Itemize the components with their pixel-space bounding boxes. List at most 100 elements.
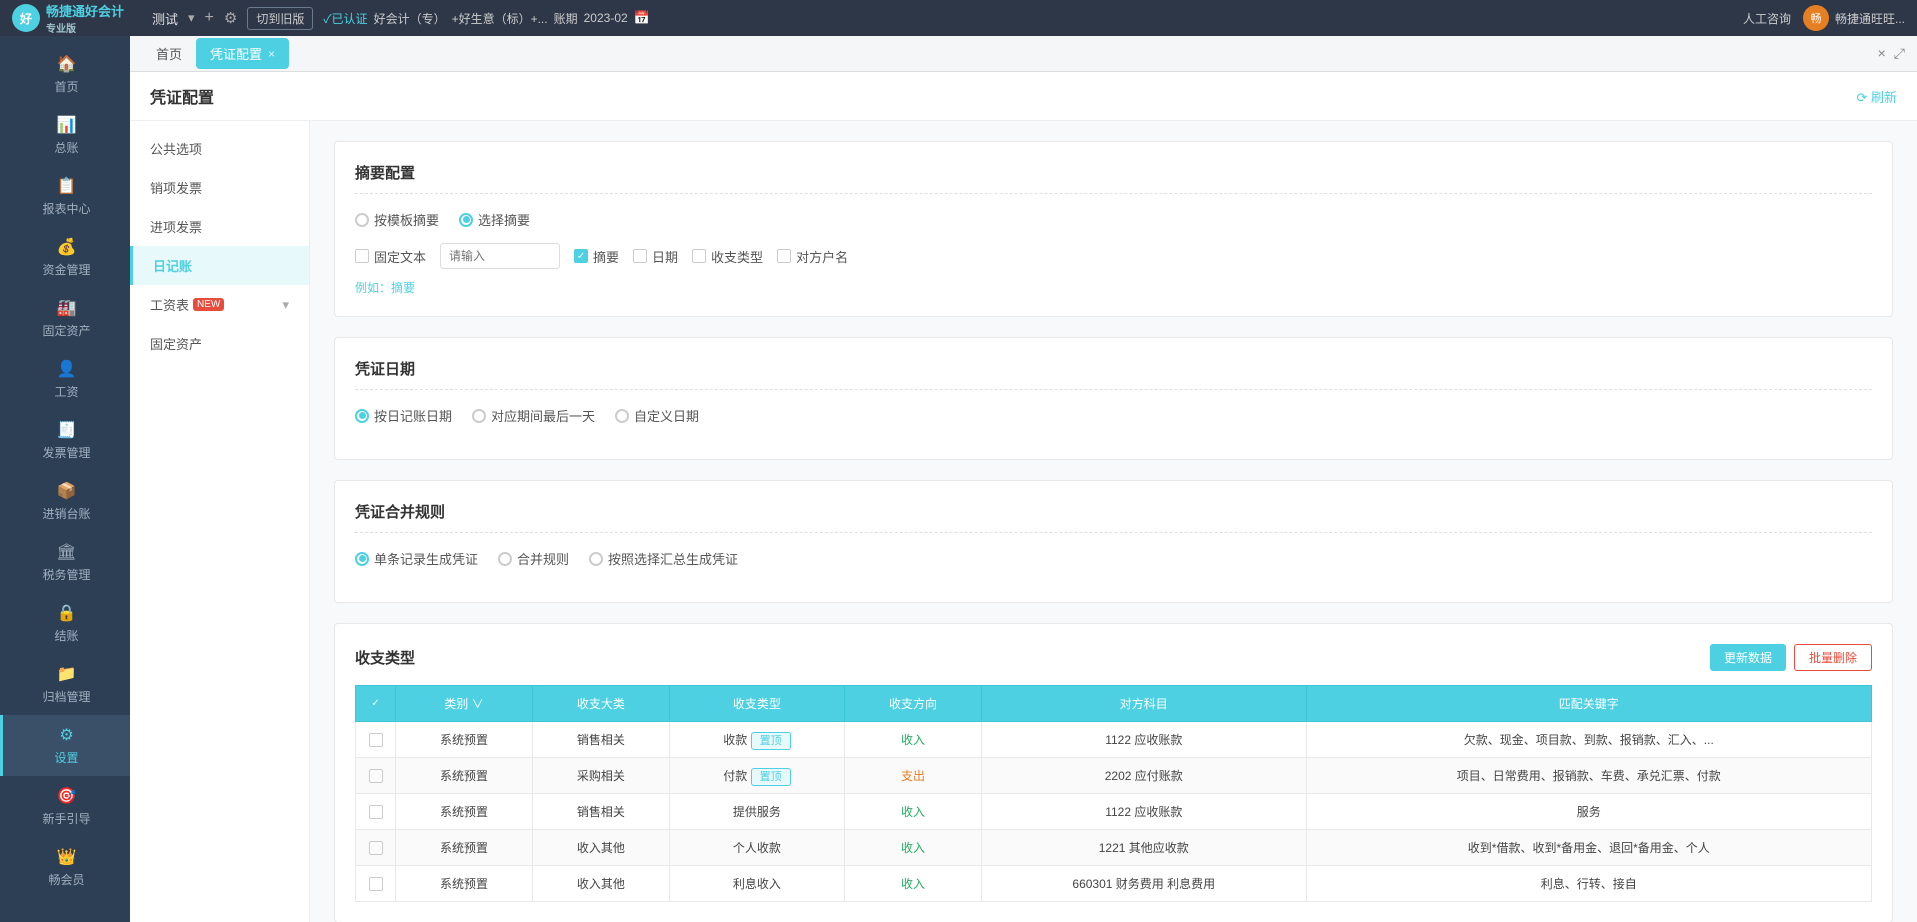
invoice-icon: 🧾 bbox=[57, 420, 77, 440]
archive-icon: 📁 bbox=[57, 664, 77, 684]
left-nav-purchase-invoice[interactable]: 进项发票 bbox=[130, 207, 309, 246]
content-area: 首页 凭证配置 × × ⤢ 凭证配置 ⟳ 刷新 公共选项 销项发票 bbox=[130, 36, 1917, 922]
tab-home[interactable]: 首页 bbox=[142, 38, 196, 69]
tab-voucher-config[interactable]: 凭证配置 × bbox=[196, 38, 289, 69]
sidebar-item-funds[interactable]: 💰 资金管理 bbox=[0, 227, 130, 288]
app-logo: 好 畅捷通好会计 专业版 bbox=[12, 1, 142, 35]
sidebar-item-archive[interactable]: 📁 归档管理 bbox=[0, 654, 130, 715]
radio-journal-date[interactable]: 按日记账日期 bbox=[355, 406, 452, 425]
sidebar-label-settings: 设置 bbox=[54, 749, 78, 766]
sidebar-label-guide: 新手引导 bbox=[42, 810, 90, 827]
env-dropdown-icon[interactable]: ▾ bbox=[188, 10, 195, 26]
cell-keywords-5: 利息、行转、接自 bbox=[1306, 866, 1871, 902]
reset-tag-1[interactable]: 置顶 bbox=[751, 732, 791, 750]
close-books-icon: 🔒 bbox=[57, 603, 77, 623]
sidebar-item-close[interactable]: 🔒 结账 bbox=[0, 593, 130, 654]
sidebar-label-sales: 进销台账 bbox=[42, 505, 90, 522]
accounting-badge: 好会计（专） bbox=[374, 10, 446, 27]
radio-period-last-day[interactable]: 对应期间最后一天 bbox=[472, 406, 595, 425]
select-all-checkbox[interactable]: ✓ bbox=[369, 697, 383, 711]
radio-dot-select bbox=[459, 213, 473, 227]
sidebar-item-ledger[interactable]: 📊 总账 bbox=[0, 105, 130, 166]
cell-dir-4: 收入 bbox=[845, 830, 982, 866]
radio-dot-custom-date bbox=[615, 409, 629, 423]
fixed-assets-icon: 🏭 bbox=[57, 298, 77, 318]
sidebar-item-home[interactable]: 🏠 首页 bbox=[0, 44, 130, 105]
sidebar-label-invoice: 发票管理 bbox=[42, 444, 90, 461]
radio-merge-rule[interactable]: 合并规则 bbox=[498, 549, 569, 568]
left-nav-payroll[interactable]: 工资表 NEW ▾ bbox=[130, 285, 309, 324]
sidebar-label-archive: 归档管理 bbox=[42, 688, 90, 705]
sidebar-label-fixed-assets: 固定资产 bbox=[42, 322, 90, 339]
sidebar-item-reports[interactable]: 📋 报表中心 bbox=[0, 166, 130, 227]
row-checkbox-4[interactable] bbox=[369, 841, 383, 855]
right-panel: 摘要配置 按模板摘要 选择摘要 bbox=[310, 121, 1917, 922]
income-expense-title: 收支类型 bbox=[355, 647, 415, 668]
sidebar-label-ledger: 总账 bbox=[54, 139, 78, 156]
logo-sub: 专业版 bbox=[46, 20, 124, 35]
close-window-button[interactable]: × bbox=[1878, 45, 1886, 62]
cell-account-3: 1122 应收账款 bbox=[981, 794, 1306, 830]
switch-version-button[interactable]: 切到旧版 bbox=[247, 7, 313, 30]
checkbox-counterparty[interactable]: 对方户名 bbox=[777, 247, 848, 266]
tax-icon: 🏛 bbox=[56, 542, 76, 562]
sidebar: 🏠 首页 📊 总账 📋 报表中心 💰 资金管理 🏭 固定资产 👤 工资 🧾 发票… bbox=[0, 36, 130, 922]
left-nav-fixed-assets[interactable]: 固定资产 bbox=[130, 324, 309, 363]
cell-dir-2: 支出 bbox=[845, 758, 982, 794]
fixed-text-input[interactable] bbox=[440, 243, 560, 269]
settings-icon[interactable]: ⚙ bbox=[224, 9, 237, 27]
main-layout: 🏠 首页 📊 总账 📋 报表中心 💰 资金管理 🏭 固定资产 👤 工资 🧾 发票… bbox=[0, 36, 1917, 922]
cell-keywords-4: 收到*借款、收到*备用金、退回*备用金、个人 bbox=[1306, 830, 1871, 866]
user-name: 畅捷通旺旺... bbox=[1835, 10, 1905, 27]
th-direction: 收支方向 bbox=[845, 686, 982, 722]
table-row: 系统预置 销售相关 提供服务 收入 1122 应收账款 服务 bbox=[356, 794, 1872, 830]
sidebar-item-fixed-assets[interactable]: 🏭 固定资产 bbox=[0, 288, 130, 349]
calendar-icon[interactable]: 📅 bbox=[634, 10, 650, 26]
consult-button[interactable]: 人工咨询 bbox=[1743, 10, 1791, 27]
cell-account-4: 1221 其他应收款 bbox=[981, 830, 1306, 866]
radio-custom-date[interactable]: 自定义日期 bbox=[615, 406, 699, 425]
cell-type-3: 系统预置 bbox=[396, 794, 533, 830]
batch-delete-button[interactable]: 批量删除 bbox=[1794, 644, 1872, 671]
income-expense-section: 收支类型 更新数据 批量删除 ✓ bbox=[334, 623, 1893, 922]
user-menu[interactable]: 畅 畅捷通旺旺... bbox=[1803, 5, 1905, 31]
radio-single-record[interactable]: 单条记录生成凭证 bbox=[355, 549, 478, 568]
summary-section: 摘要配置 按模板摘要 选择摘要 bbox=[334, 141, 1893, 317]
maximize-window-button[interactable]: ⤢ bbox=[1894, 45, 1905, 62]
refresh-button[interactable]: ⟳ 刷新 bbox=[1856, 87, 1897, 106]
row-checkbox-2[interactable] bbox=[369, 769, 383, 783]
sidebar-item-salary[interactable]: 👤 工资 bbox=[0, 349, 130, 410]
sidebar-item-tax[interactable]: 🏛 税务管理 bbox=[0, 532, 130, 593]
left-nav-sales-invoice[interactable]: 销项发票 bbox=[130, 168, 309, 207]
sidebar-item-sales[interactable]: 📦 进销台账 bbox=[0, 471, 130, 532]
radio-dot-period-last-day bbox=[472, 409, 486, 423]
row-checkbox-5[interactable] bbox=[369, 877, 383, 891]
checkbox-fixed-text[interactable]: 固定文本 bbox=[355, 247, 426, 266]
reset-tag-2[interactable]: 置顶 bbox=[751, 768, 791, 786]
sidebar-item-invoice[interactable]: 🧾 发票管理 bbox=[0, 410, 130, 471]
row-checkbox-1[interactable] bbox=[369, 733, 383, 747]
add-button[interactable]: + bbox=[205, 9, 214, 27]
left-nav-journal[interactable]: 日记账 bbox=[130, 246, 309, 285]
tab-close-icon[interactable]: × bbox=[268, 47, 275, 61]
table-row: 系统预置 收入其他 利息收入 收入 660301 财务费用 利息费用 利息、行转… bbox=[356, 866, 1872, 902]
radio-select-summary[interactable]: 选择摘要 bbox=[459, 210, 530, 229]
update-data-button[interactable]: 更新数据 bbox=[1710, 644, 1786, 671]
reports-icon: 📋 bbox=[57, 176, 77, 196]
sidebar-item-settings[interactable]: ⚙ 设置 bbox=[0, 715, 130, 776]
th-income-category: 收支大类 bbox=[532, 686, 669, 722]
checkbox-summary[interactable]: ✓ 摘要 bbox=[574, 247, 619, 266]
cell-cat-2: 采购相关 bbox=[532, 758, 669, 794]
tab-voucher-config-label: 凭证配置 bbox=[210, 44, 262, 63]
radio-template-summary[interactable]: 按模板摘要 bbox=[355, 210, 439, 229]
sidebar-item-member[interactable]: 👑 畅会员 bbox=[0, 837, 130, 898]
checkbox-date[interactable]: 日期 bbox=[633, 247, 678, 266]
page-content: 凭证配置 ⟳ 刷新 公共选项 销项发票 进项发票 日记账 工资表 NEW ▾ 固… bbox=[130, 72, 1917, 922]
sidebar-item-guide[interactable]: 🎯 新手引导 bbox=[0, 776, 130, 837]
row-checkbox-3[interactable] bbox=[369, 805, 383, 819]
guide-icon: 🎯 bbox=[57, 786, 77, 806]
checkbox-income-type[interactable]: 收支类型 bbox=[692, 247, 763, 266]
th-checkbox[interactable]: ✓ bbox=[356, 686, 396, 722]
left-nav-public[interactable]: 公共选项 bbox=[130, 129, 309, 168]
radio-summary-generate[interactable]: 按照选择汇总生成凭证 bbox=[589, 549, 738, 568]
